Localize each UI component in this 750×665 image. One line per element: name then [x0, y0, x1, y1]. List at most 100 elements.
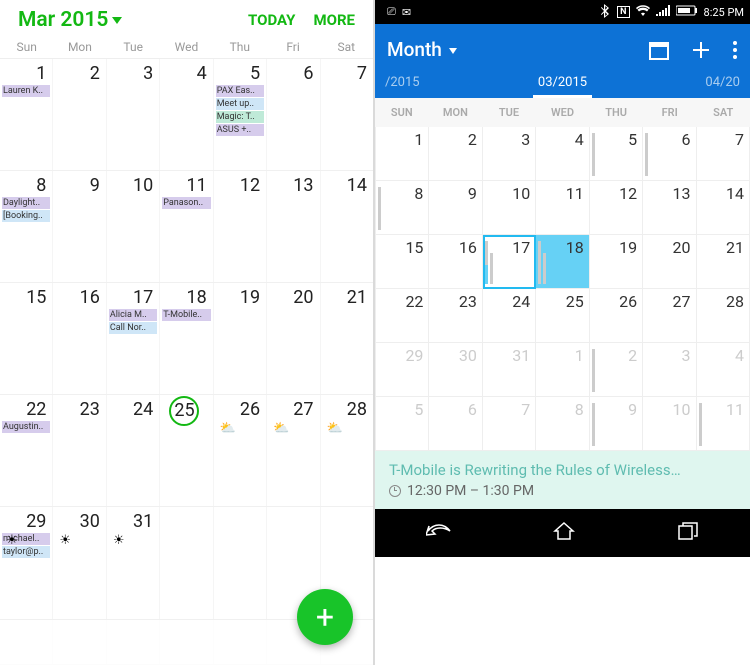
overflow-menu-button[interactable] [732, 39, 738, 61]
day-cell[interactable]: 29 [375, 343, 429, 397]
month-picker[interactable]: Mar 2015 [18, 8, 230, 32]
day-cell[interactable]: 27 [643, 289, 696, 343]
back-button[interactable] [426, 521, 452, 545]
day-cell[interactable]: 10 [106, 171, 159, 282]
goto-today-button[interactable]: 17 [648, 39, 670, 61]
day-cell[interactable]: 26 [590, 289, 643, 343]
day-cell[interactable] [159, 507, 212, 618]
day-cell[interactable]: 9 [52, 171, 105, 282]
event-chip[interactable]: Lauren K.. [2, 85, 50, 97]
current-month[interactable]: 03/2015 [503, 75, 621, 90]
day-cell[interactable]: 2 [52, 59, 105, 170]
day-cell[interactable]: 8 [536, 397, 589, 451]
view-picker[interactable]: Month [387, 38, 457, 61]
day-cell[interactable]: 3 [483, 127, 536, 181]
home-button[interactable] [553, 521, 575, 545]
day-cell[interactable]: 17Alicia M..Call Nor.. [106, 283, 159, 394]
day-cell[interactable]: 30 [429, 343, 482, 397]
day-cell[interactable]: 16 [429, 235, 482, 289]
day-cell[interactable]: 26⛅ [213, 395, 266, 506]
day-cell[interactable]: 24 [483, 289, 536, 343]
day-cell[interactable]: 21 [320, 283, 373, 394]
prev-month[interactable]: /2015 [385, 75, 503, 90]
day-cell[interactable]: 7 [320, 59, 373, 170]
day-cell[interactable]: 2 [429, 127, 482, 181]
event-chip[interactable]: ASUS +.. [216, 124, 264, 136]
right-month-grid[interactable]: 1234567891011121314151617181920212223242… [375, 127, 750, 451]
event-chip[interactable]: Meet up.. [216, 98, 264, 110]
day-cell[interactable]: 6 [643, 127, 696, 181]
day-cell[interactable]: 22 [375, 289, 429, 343]
today-button[interactable]: TODAY [248, 11, 295, 29]
day-cell[interactable]: 4 [697, 343, 750, 397]
event-chip[interactable]: PAX Eas.. [216, 85, 264, 97]
day-cell[interactable]: 14 [697, 181, 750, 235]
day-cell[interactable]: 21 [697, 235, 750, 289]
day-cell[interactable]: 23 [429, 289, 482, 343]
day-cell[interactable]: 3 [643, 343, 696, 397]
day-cell[interactable]: 12 [590, 181, 643, 235]
day-cell[interactable]: 30☀ [52, 507, 105, 618]
day-cell[interactable]: 13 [266, 171, 319, 282]
event-chip[interactable]: Call Nor.. [109, 322, 157, 334]
day-cell[interactable]: 9 [590, 397, 643, 451]
next-month[interactable]: 04/20 [622, 75, 740, 90]
day-cell[interactable]: 15 [0, 283, 52, 394]
day-cell[interactable]: 24 [106, 395, 159, 506]
event-chip[interactable]: Alicia M.. [109, 309, 157, 321]
day-cell[interactable]: 14 [320, 171, 373, 282]
day-cell[interactable]: 13 [643, 181, 696, 235]
event-chip[interactable]: Augustin.. [2, 421, 50, 433]
day-cell[interactable]: 3 [106, 59, 159, 170]
day-cell[interactable]: 19 [590, 235, 643, 289]
event-chip[interactable]: T-Mobile.. [162, 309, 210, 321]
day-cell[interactable]: 18T-Mobile.. [159, 283, 212, 394]
day-cell[interactable]: 6 [429, 397, 482, 451]
day-cell[interactable]: 27⛅ [266, 395, 319, 506]
day-cell[interactable]: 22Augustin.. [0, 395, 52, 506]
day-cell[interactable]: 9 [429, 181, 482, 235]
day-cell[interactable]: 28⛅ [320, 395, 373, 506]
day-cell[interactable]: 11 [536, 181, 589, 235]
day-cell[interactable]: 4 [536, 127, 589, 181]
day-cell[interactable]: 19 [213, 283, 266, 394]
day-cell[interactable]: 5 [590, 127, 643, 181]
day-cell[interactable]: 1Lauren K.. [0, 59, 52, 170]
day-cell[interactable]: 25 [159, 395, 212, 506]
agenda-panel[interactable]: T-Mobile is Rewriting the Rules of Wirel… [375, 451, 750, 509]
event-chip[interactable]: [Booking.. [2, 210, 50, 222]
day-cell[interactable]: 4 [159, 59, 212, 170]
day-cell[interactable]: 2 [590, 343, 643, 397]
day-cell[interactable]: 7 [483, 397, 536, 451]
day-cell[interactable] [213, 507, 266, 618]
day-cell[interactable]: 5 [375, 397, 429, 451]
day-cell[interactable]: 11 [697, 397, 750, 451]
add-event-button[interactable] [690, 39, 712, 61]
event-chip[interactable]: Magic: T.. [216, 111, 264, 123]
day-cell[interactable]: 31 [483, 343, 536, 397]
day-cell[interactable]: 15 [375, 235, 429, 289]
day-cell[interactable]: 20 [266, 283, 319, 394]
day-cell[interactable]: 1 [536, 343, 589, 397]
day-cell[interactable]: 12 [213, 171, 266, 282]
day-cell[interactable]: 31☀ [106, 507, 159, 618]
day-cell[interactable]: 20 [643, 235, 696, 289]
add-event-fab[interactable]: + [297, 589, 353, 645]
day-cell[interactable]: 17 [483, 235, 536, 289]
day-cell[interactable]: 25 [536, 289, 589, 343]
month-scroller[interactable]: /2015 03/2015 04/20 [375, 75, 750, 98]
day-cell[interactable]: 28 [697, 289, 750, 343]
day-cell[interactable]: 23 [52, 395, 105, 506]
day-cell[interactable]: 16 [52, 283, 105, 394]
day-cell[interactable]: 10 [643, 397, 696, 451]
more-button[interactable]: MORE [313, 11, 355, 29]
day-cell[interactable]: 8 [375, 181, 429, 235]
day-cell[interactable]: 29michael..taylor@p..☀ [0, 507, 52, 618]
day-cell[interactable]: 11Panason.. [159, 171, 212, 282]
recents-button[interactable] [677, 521, 699, 545]
day-cell[interactable]: 7 [697, 127, 750, 181]
day-cell[interactable]: 5PAX Eas..Meet up..Magic: T..ASUS +.. [213, 59, 266, 170]
day-cell[interactable]: 8Daylight..[Booking.. [0, 171, 52, 282]
day-cell[interactable]: 1 [375, 127, 429, 181]
day-cell[interactable]: 6 [266, 59, 319, 170]
